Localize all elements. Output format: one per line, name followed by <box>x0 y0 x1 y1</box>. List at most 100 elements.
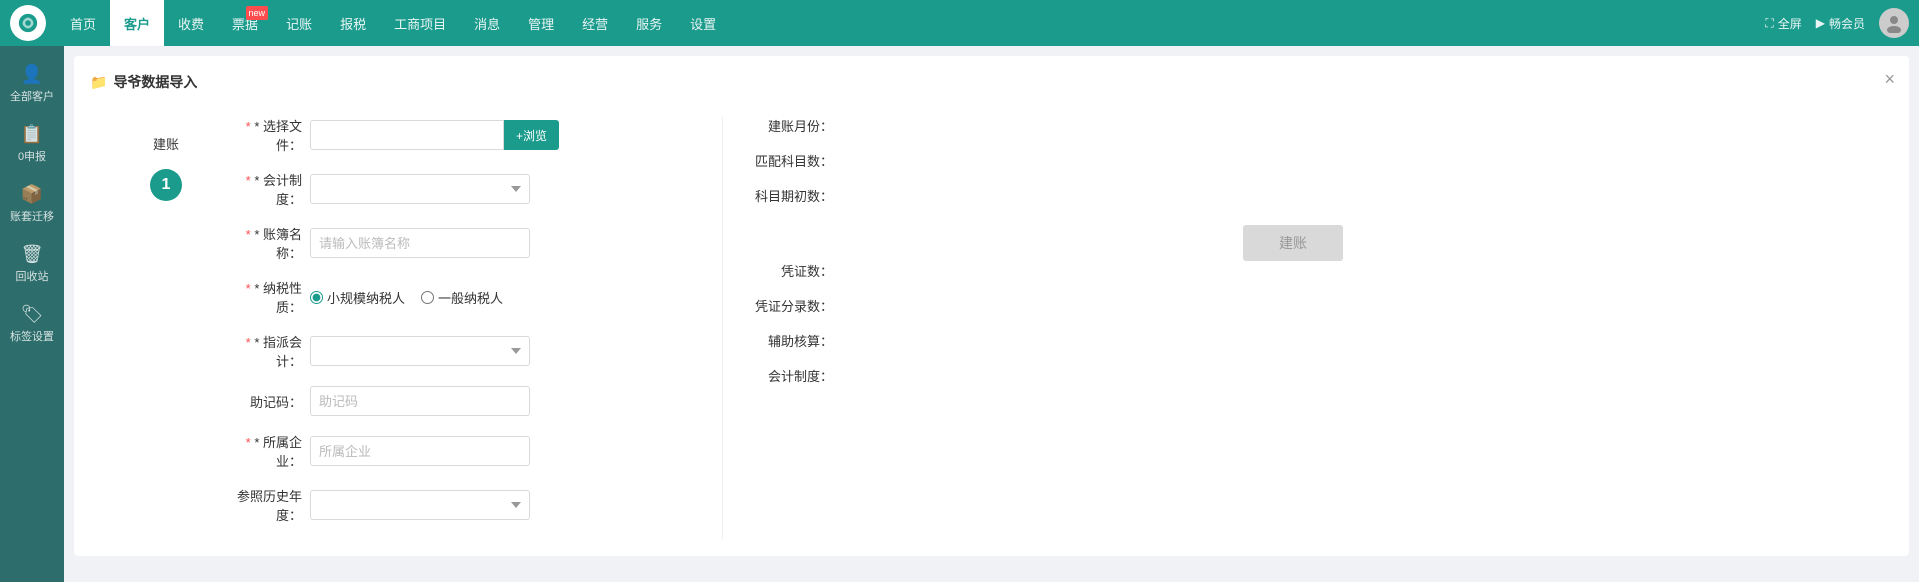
sidebar-item-all-customers[interactable]: 👤 全部客户 <box>0 56 64 112</box>
ledger-name-label: * 账簿名称： <box>222 224 302 262</box>
nav-home[interactable]: 首页 <box>56 0 110 46</box>
avatar[interactable] <box>1879 8 1909 38</box>
nav-operation[interactable]: 经营 <box>568 0 622 46</box>
left-panel: * 选择文件： +浏览 * 会计制度： <box>222 116 722 540</box>
tax-return-icon: 📋 <box>21 124 43 145</box>
memo-label: 助记码： <box>222 392 302 411</box>
tax-general-radio[interactable] <box>421 291 434 304</box>
voucher-count-label: 凭证数： <box>753 261 833 280</box>
tax-small-radio-item[interactable]: 小规模纳税人 <box>310 288 405 307</box>
sidebar: 👤 全部客户 📋 0申报 📦 账套迁移 🗑 回收站 🏷 标签设置 <box>0 46 64 582</box>
step-section: 建账 1 * 选择文件： +浏览 <box>90 116 1893 540</box>
sidebar-item-tax-return[interactable]: 📋 0申报 <box>0 116 64 172</box>
ledger-name-row: * 账簿名称： <box>222 224 722 262</box>
voucher-entries-label: 凭证分录数： <box>753 296 833 315</box>
card-title-icon: 📁 <box>90 74 107 91</box>
voucher-entries-row: 凭证分录数： <box>753 296 1833 315</box>
aux-accounting-label: 辅助核算： <box>753 331 833 350</box>
close-button[interactable]: × <box>1884 70 1895 88</box>
recycle-icon: 🗑 <box>21 244 44 265</box>
file-select-row: * 选择文件： +浏览 <box>222 116 722 154</box>
nav-billing[interactable]: 收费 <box>164 0 218 46</box>
subject-initial-label: 科目期初数： <box>753 186 833 205</box>
accounting-system-label: * 会计制度： <box>222 170 302 208</box>
file-select-label: * 选择文件： <box>222 116 302 154</box>
tax-small-label: 小规模纳税人 <box>327 288 405 307</box>
sidebar-item-account-migration[interactable]: 📦 账套迁移 <box>0 176 64 232</box>
vip-btn[interactable]: ▶ 畅会员 <box>1816 15 1865 32</box>
tag-settings-icon: 🏷 <box>21 304 44 325</box>
memo-input[interactable] <box>310 386 530 416</box>
company-input[interactable] <box>310 436 530 466</box>
history-year-select[interactable] <box>310 490 530 520</box>
step-label: 建账 <box>153 134 179 153</box>
create-account-button[interactable]: 建账 <box>1243 225 1343 261</box>
all-customers-icon: 👤 <box>21 64 43 85</box>
tax-return-label: 0申报 <box>18 148 46 164</box>
new-badge: new <box>246 6 269 20</box>
nav-customer[interactable]: 客户 <box>110 0 164 46</box>
layout: 👤 全部客户 📋 0申报 📦 账套迁移 🗑 回收站 🏷 标签设置 📁 导爷数据导… <box>0 46 1919 582</box>
company-row: * 所属企业： <box>222 432 722 470</box>
nav-tax[interactable]: 报税 <box>326 0 380 46</box>
vip-label: 畅会员 <box>1829 15 1865 32</box>
memo-row: 助记码： <box>222 386 722 416</box>
card-title: 📁 导爷数据导入 <box>90 72 1893 92</box>
nav-items: 首页 客户 收费 票据 new 记账 报税 工商项目 消息 管理 经营 服务 设… <box>56 0 1765 46</box>
fullscreen-btn[interactable]: ⛶ 全屏 <box>1765 15 1801 32</box>
voucher-count-row: 凭证数： <box>753 261 1833 280</box>
tax-general-label: 一般纳税人 <box>438 288 503 307</box>
company-label: * 所属企业： <box>222 432 302 470</box>
account-month-row: 建账月份： <box>753 116 1833 135</box>
account-migration-label: 账套迁移 <box>10 208 54 224</box>
accounting-system-row: * 会计制度： <box>222 170 722 208</box>
recycle-label: 回收站 <box>16 268 49 284</box>
tax-general-radio-item[interactable]: 一般纳税人 <box>421 288 503 307</box>
assign-accountant-label: * 指派会计： <box>222 332 302 370</box>
main-content: 📁 导爷数据导入 × 建账 1 * 选择文件： <box>64 46 1919 582</box>
main-card: 📁 导爷数据导入 × 建账 1 * 选择文件： <box>74 56 1909 556</box>
match-subjects-row: 匹配科目数： <box>753 151 1833 170</box>
step-badge: 1 <box>150 169 182 201</box>
account-month-label: 建账月份： <box>753 116 833 135</box>
assign-accountant-row: * 指派会计： <box>222 332 722 370</box>
right-action: 建账 <box>753 225 1833 261</box>
sidebar-item-recycle[interactable]: 🗑 回收站 <box>0 236 64 292</box>
aux-accounting-row: 辅助核算： <box>753 331 1833 350</box>
top-navigation: 首页 客户 收费 票据 new 记账 报税 工商项目 消息 管理 经营 服务 设… <box>0 0 1919 46</box>
tax-type-radio-group: 小规模纳税人 一般纳税人 <box>310 288 503 307</box>
card-title-text: 导爷数据导入 <box>113 72 197 92</box>
accounting-system-info-row: 会计制度： <box>753 366 1833 385</box>
nav-manage[interactable]: 管理 <box>514 0 568 46</box>
browse-button[interactable]: +浏览 <box>504 120 559 150</box>
nav-settings[interactable]: 设置 <box>676 0 730 46</box>
vip-icon: ▶ <box>1816 16 1825 30</box>
history-year-label: 参照历史年度： <box>222 486 302 524</box>
assign-accountant-select[interactable] <box>310 336 530 366</box>
tag-settings-label: 标签设置 <box>10 328 54 344</box>
account-migration-icon: 📦 <box>21 184 43 205</box>
file-input[interactable] <box>310 120 504 150</box>
all-customers-label: 全部客户 <box>10 88 54 104</box>
fullscreen-label: 全屏 <box>1778 15 1802 32</box>
nav-account[interactable]: 记账 <box>272 0 326 46</box>
accounting-system-info-label: 会计制度： <box>753 366 833 385</box>
tax-small-radio[interactable] <box>310 291 323 304</box>
content-body: * 选择文件： +浏览 * 会计制度： <box>222 116 1833 540</box>
tax-type-label: * 纳税性质： <box>222 278 302 316</box>
accounting-system-select[interactable] <box>310 174 530 204</box>
right-tools: ⛶ 全屏 ▶ 畅会员 <box>1765 8 1909 38</box>
tax-type-row: * 纳税性质： 小规模纳税人 一般纳税人 <box>222 278 722 316</box>
match-subjects-label: 匹配科目数： <box>753 151 833 170</box>
logo[interactable] <box>10 5 46 41</box>
right-panel: 建账月份： 匹配科目数： 科目期初数： 建账 <box>722 116 1833 540</box>
sidebar-item-tag-settings[interactable]: 🏷 标签设置 <box>0 296 64 352</box>
file-input-group: +浏览 <box>310 120 530 150</box>
nav-invoice[interactable]: 票据 new <box>218 0 272 46</box>
fullscreen-icon: ⛶ <box>1765 16 1773 31</box>
nav-service[interactable]: 服务 <box>622 0 676 46</box>
nav-business[interactable]: 工商项目 <box>380 0 460 46</box>
ledger-name-input[interactable] <box>310 228 530 258</box>
nav-message[interactable]: 消息 <box>460 0 514 46</box>
subject-initial-row: 科目期初数： <box>753 186 1833 205</box>
